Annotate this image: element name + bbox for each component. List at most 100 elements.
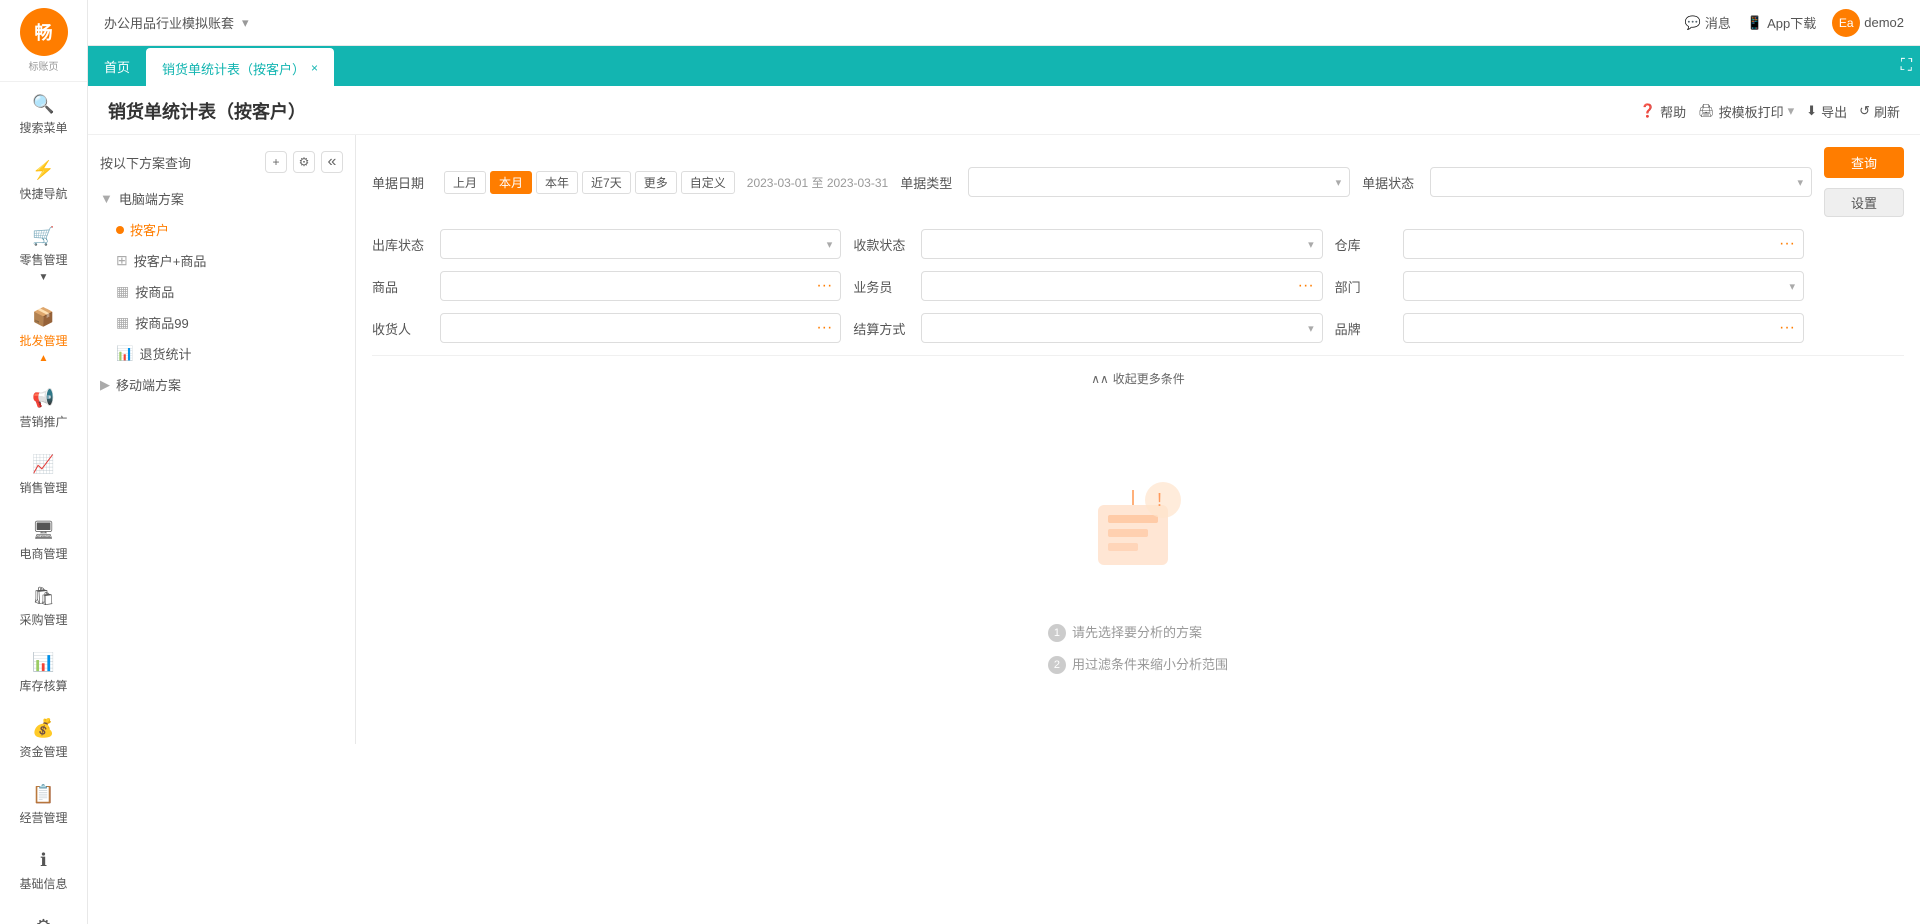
tree-mobile-label: 移动端方案 (116, 375, 181, 394)
sidebar-item-label: 销售管理 (19, 479, 67, 496)
query-button[interactable]: 查询 (1824, 147, 1904, 178)
this-year-button[interactable]: 本年 (536, 171, 578, 194)
sidebar-item-shortcuts[interactable]: ⚡ 快捷导航 (0, 148, 87, 214)
salesperson-dots-icon[interactable]: ··· (1298, 277, 1314, 295)
user-profile[interactable]: Ea demo2 (1832, 9, 1904, 37)
product-dots-icon[interactable]: ··· (816, 277, 832, 295)
retail-icon: 🛒 (32, 226, 54, 247)
purchase-icon: 🛍 (32, 586, 55, 607)
filter-area: 单据日期 上月 本月 本年 近7天 更多 自定义 2023-03-01 至 20… (356, 135, 1920, 405)
payment-method-select[interactable]: ▾ (921, 313, 1322, 343)
chevron-down-icon2: ▾ (1797, 176, 1803, 189)
sidebar-item-purchase[interactable]: 🛍 采购管理 (0, 574, 87, 640)
this-month-button[interactable]: 本月 (490, 171, 532, 194)
sidebar-item-basics[interactable]: ℹ 基础信息 (0, 838, 87, 904)
sidebar-item-wholesale[interactable]: 📦 批发管理 ▲ (0, 295, 87, 376)
avatar: Ea (1832, 9, 1860, 37)
active-dot-icon (116, 226, 124, 234)
brand-input[interactable]: ··· (1403, 313, 1804, 343)
export-button[interactable]: ⬇ 导出 (1806, 102, 1847, 121)
refresh-icon: ↺ (1859, 103, 1870, 119)
sidebar-item-system[interactable]: ⚙ 系统管理 (0, 904, 87, 924)
download-icon: 📱 (1747, 15, 1763, 31)
scheme-item-customer[interactable]: 按客户 (104, 214, 355, 245)
custom-button[interactable]: 自定义 (681, 171, 735, 194)
page-title: 销货单统计表（按客户） (108, 98, 306, 124)
doc-status-select[interactable]: ▾ (1430, 167, 1812, 197)
sidebar-item-sales[interactable]: 📈 销售管理 (0, 442, 87, 508)
help-button[interactable]: ❓ 帮助 (1640, 102, 1686, 121)
empty-illustration: ! (1078, 465, 1198, 604)
tab-active[interactable]: 销货单统计表（按客户） × (146, 48, 334, 88)
chevron-down-icon: ▼ (39, 272, 49, 283)
payment-label: 收款状态 (853, 235, 913, 254)
consignee-input[interactable]: ··· (440, 313, 841, 343)
sidebar-item-inventory[interactable]: 📊 库存核算 (0, 640, 87, 706)
close-icon[interactable]: × (311, 61, 318, 75)
message-icon: 💬 (1685, 15, 1701, 31)
right-panel: 单据日期 上月 本月 本年 近7天 更多 自定义 2023-03-01 至 20… (356, 135, 1920, 744)
scheme-add-button[interactable]: + (265, 151, 287, 173)
refresh-button[interactable]: ↺ 刷新 (1859, 102, 1900, 121)
search-icon: 🔍 (32, 94, 54, 115)
7days-button[interactable]: 近7天 (582, 171, 631, 194)
scheme-collapse-button[interactable]: « (321, 151, 343, 173)
message-button[interactable]: 💬 消息 (1685, 13, 1731, 32)
tab-home[interactable]: 首页 (88, 46, 146, 86)
delivery-group: 出库状态 ▾ (372, 229, 841, 259)
scheme-item-product99[interactable]: ▦ 按商品99 (104, 307, 355, 338)
export-label: 导出 (1821, 102, 1847, 121)
payment-select[interactable]: ▾ (921, 229, 1322, 259)
doc-type-select[interactable]: ▾ (968, 167, 1350, 197)
print-button[interactable]: 🖨 按模板打印 ▾ (1698, 102, 1794, 121)
scheme-item-customer-product[interactable]: ⊞ 按客户+商品 (104, 245, 355, 276)
consignee-label: 收货人 (372, 319, 432, 338)
filter-row-3: 商品 ··· 业务员 ··· (372, 271, 1904, 301)
consignee-dots-icon[interactable]: ··· (816, 319, 832, 337)
date-range: 2023-03-01 至 2023-03-31 (747, 174, 888, 191)
app-download-button[interactable]: 📱 App下载 (1747, 13, 1816, 32)
sidebar-item-search[interactable]: 🔍 搜索菜单 (0, 82, 87, 148)
salesperson-input[interactable]: ··· (921, 271, 1322, 301)
payment-method-group: 结算方式 ▾ (853, 313, 1322, 343)
product-input[interactable]: ··· (440, 271, 841, 301)
table2-icon: ▦ (116, 314, 129, 331)
more-dots-icon[interactable]: ··· (1779, 235, 1795, 253)
sidebar-item-ecommerce[interactable]: 🖥 电商管理 (0, 508, 87, 574)
logo-icon: 畅 (20, 8, 68, 56)
delivery-select[interactable]: ▾ (440, 229, 841, 259)
maximize-icon[interactable]: ⛶ (1901, 57, 1912, 75)
chevron-down-icon5: ▾ (1789, 280, 1795, 293)
sales-icon: 📈 (32, 454, 54, 475)
tip-number-2: 2 (1048, 656, 1066, 674)
product-group: 商品 ··· (372, 271, 841, 301)
prev-month-button[interactable]: 上月 (444, 171, 486, 194)
sidebar-item-operations[interactable]: 📋 经营管理 (0, 772, 87, 838)
scheme-tree: ▼ 电脑端方案 按客户 ⊞ 按客户+商品 (88, 179, 355, 404)
sidebar-item-retail[interactable]: 🛒 零售管理 ▼ (0, 214, 87, 295)
wholesale-icon: 📦 (32, 307, 54, 328)
dropdown-icon[interactable]: ▾ (242, 15, 249, 31)
filter-row-4: 收货人 ··· 结算方式 ▾ (372, 313, 1904, 343)
chevron-down-icon4: ▾ (1308, 238, 1314, 251)
scheme-panel-title: 按以下方案查询 (100, 153, 191, 172)
svg-text:!: ! (1157, 490, 1162, 510)
sidebar-item-marketing[interactable]: 📢 营销推广 (0, 376, 87, 442)
scheme-item-label: 按商品99 (135, 313, 188, 332)
settings-button[interactable]: 设置 (1824, 188, 1904, 217)
grid-icon: ⊞ (116, 252, 128, 269)
department-select[interactable]: ▾ (1403, 271, 1804, 301)
warehouse-input[interactable]: ··· (1403, 229, 1804, 259)
sidebar-item-finance[interactable]: 💰 资金管理 (0, 706, 87, 772)
finance-icon: 💰 (32, 718, 54, 739)
main-area: 办公用品行业模拟账套 ▾ 💬 消息 📱 App下载 Ea demo2 首页 (88, 0, 1920, 924)
warehouse-group: 仓库 ··· (1335, 229, 1804, 259)
scheme-settings-button[interactable]: ⚙ (293, 151, 315, 173)
sidebar-item-label: 快捷导航 (19, 185, 67, 202)
collapse-button[interactable]: ∧∧ 收起更多条件 (1085, 364, 1191, 393)
brand-dots-icon[interactable]: ··· (1779, 319, 1795, 337)
empty-tips: 1 请先选择要分析的方案 2 用过滤条件来缩小分析范围 (1048, 620, 1228, 684)
scheme-item-product[interactable]: ▦ 按商品 (104, 276, 355, 307)
scheme-item-returns[interactable]: 📊 退货统计 (104, 338, 355, 369)
more-button[interactable]: 更多 (635, 171, 677, 194)
